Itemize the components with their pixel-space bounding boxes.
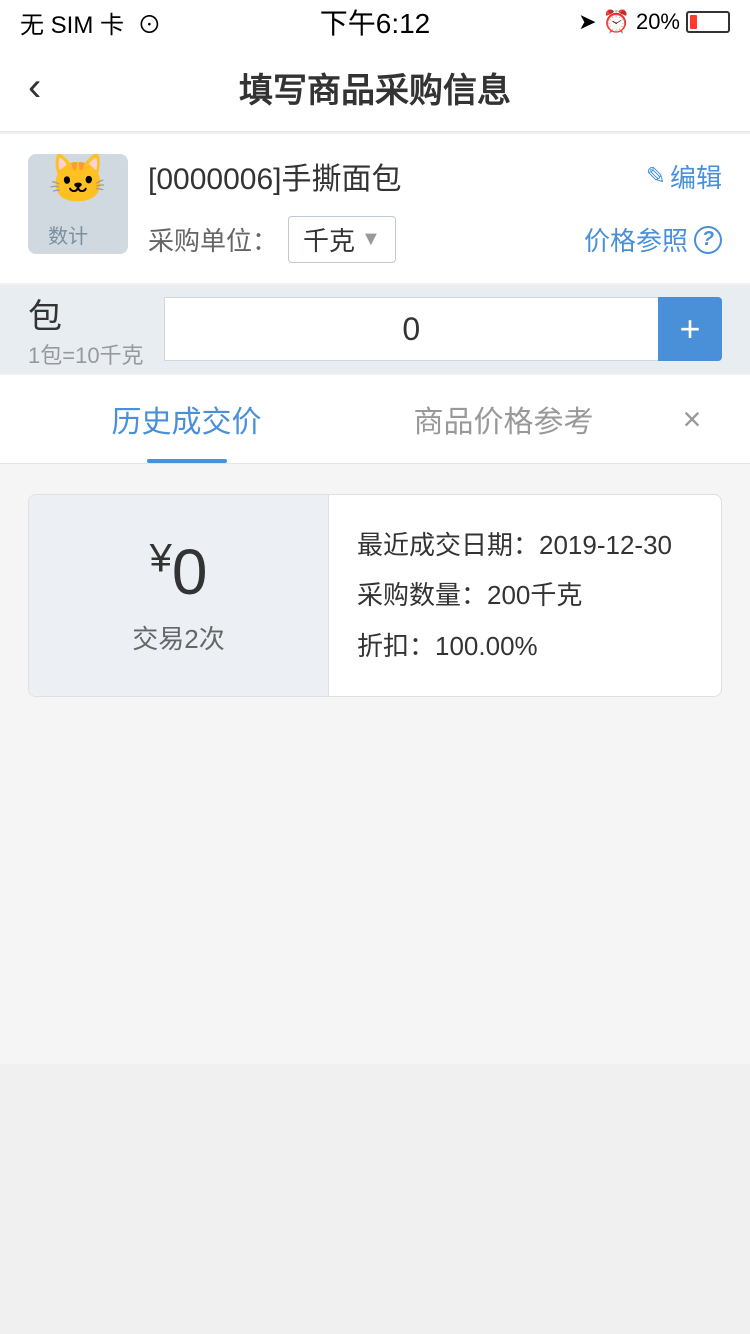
tab-price-reference[interactable]: 商品价格参考 [345, 375, 662, 463]
quantity-input-area: + [164, 297, 722, 361]
price-ref-label: 价格参照 [584, 221, 688, 258]
unit-dropdown-arrow-icon: ▼ [361, 228, 381, 251]
trade-count: 交易2次 [132, 619, 224, 656]
history-content: ¥0 交易2次 最近成交日期：2019-12-30 采购数量：200千克 折扣：… [0, 464, 750, 1064]
status-bar: 无 SIM 卡 ⊙ 下午6:12 ➤ ⏰ 20% [0, 0, 750, 44]
recent-date-row: 最近成交日期：2019-12-30 [357, 527, 693, 563]
tab-active-indicator [147, 459, 227, 463]
purchase-quantity-value: 200千克 [487, 580, 582, 610]
page-title: 填写商品采购信息 [239, 63, 511, 112]
plus-icon: + [679, 308, 700, 350]
product-image: 🐱数计 [28, 154, 128, 254]
status-bar-right: ➤ ⏰ 20% [578, 9, 730, 35]
purchase-quantity-row: 采购数量：200千克 [357, 577, 693, 613]
history-card: ¥0 交易2次 最近成交日期：2019-12-30 采购数量：200千克 折扣：… [28, 494, 722, 697]
price-ref-info-icon: ? [694, 226, 722, 254]
discount-label: 折扣： [357, 631, 435, 661]
currency-symbol: ¥ [150, 537, 172, 581]
quantity-unit-label: 包 [28, 289, 62, 338]
alarm-icon: ⏰ [603, 9, 630, 35]
battery-icon [686, 11, 730, 33]
unit-value: 千克 [303, 221, 355, 258]
history-price-display: ¥0 [150, 535, 208, 609]
product-name: [0000006]手撕面包 [148, 154, 401, 198]
product-card: 🐱数计 [0000006]手撕面包 ✎ 编辑 采购单位： 千克 ▼ [0, 134, 750, 283]
status-bar-time: 下午6:12 [320, 2, 431, 42]
price-value: 0 [172, 536, 208, 608]
edit-label: 编辑 [670, 158, 722, 195]
tab-price-ref-label: 商品价格参考 [414, 397, 594, 441]
recent-date-label: 最近成交日期： [357, 530, 539, 560]
battery-percent: 20% [636, 9, 680, 35]
tab-close-button[interactable]: × [662, 389, 722, 449]
quantity-row: 包 1包=10千克 + [0, 285, 750, 373]
price-reference-button[interactable]: 价格参照 ? [584, 221, 722, 258]
status-bar-left: 无 SIM 卡 ⊙ [20, 5, 161, 40]
tab-history-price[interactable]: 历史成交价 [28, 375, 345, 463]
tab-history-label: 历史成交价 [112, 397, 262, 441]
unit-select[interactable]: 千克 ▼ [288, 216, 396, 263]
discount-row: 折扣：100.00% [357, 628, 693, 664]
discount-value: 100.00% [435, 631, 538, 661]
edit-icon: ✎ [646, 162, 666, 191]
nav-bar: ‹ 填写商品采购信息 [0, 44, 750, 132]
recent-date-value: 2019-12-30 [539, 530, 672, 560]
product-info: [0000006]手撕面包 ✎ 编辑 采购单位： 千克 ▼ 价格参照 ? [148, 154, 722, 263]
history-card-price-section: ¥0 交易2次 [29, 495, 329, 696]
quantity-plus-button[interactable]: + [658, 297, 722, 361]
quantity-input[interactable] [164, 297, 658, 361]
purchase-quantity-label: 采购数量： [357, 580, 487, 610]
navigation-icon: ➤ [578, 9, 596, 35]
quantity-label-box: 包 1包=10千克 [28, 289, 144, 370]
quantity-conversion-label: 1包=10千克 [28, 338, 144, 370]
unit-label: 采购单位： [148, 221, 278, 258]
product-logo-icon: 🐱数计 [48, 156, 108, 252]
back-button[interactable]: ‹ [28, 65, 41, 110]
history-card-detail-section: 最近成交日期：2019-12-30 采购数量：200千克 折扣：100.00% [329, 495, 721, 696]
edit-button[interactable]: ✎ 编辑 [646, 158, 722, 195]
tabs-row: 历史成交价 商品价格参考 × [0, 375, 750, 464]
close-icon: × [683, 401, 702, 438]
